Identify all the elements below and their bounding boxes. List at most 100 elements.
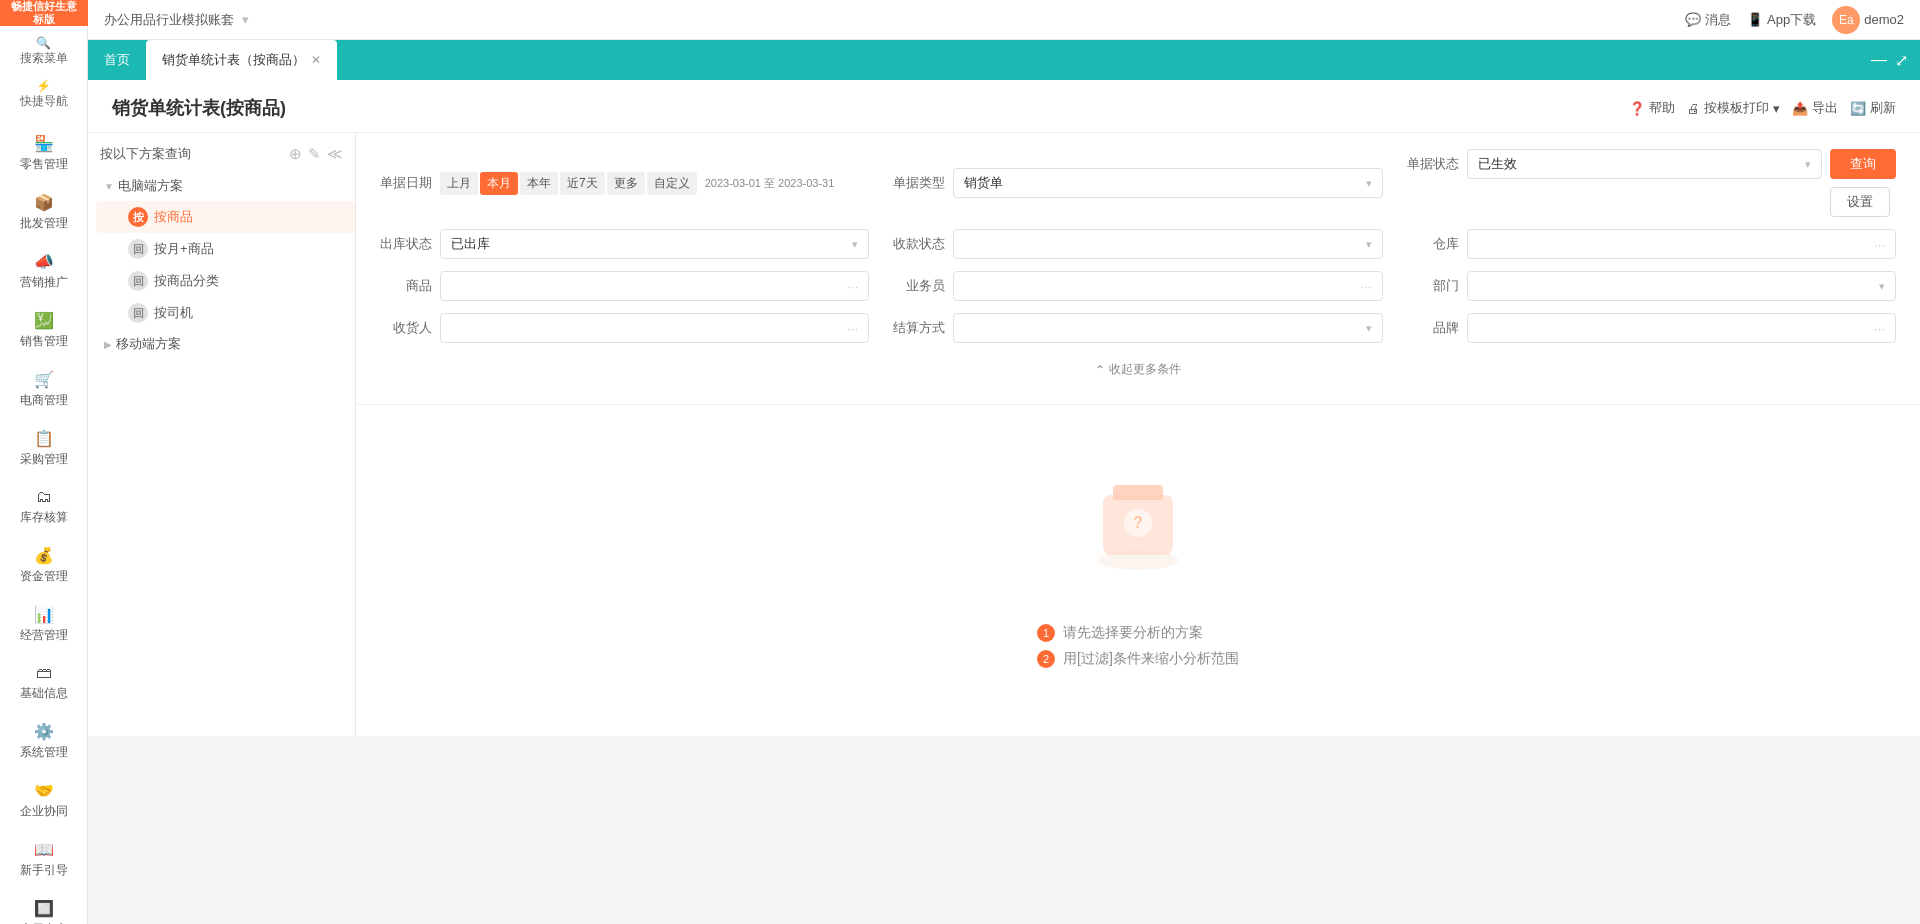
tab-close-icon[interactable]: ✕ bbox=[311, 53, 321, 67]
warehouse-status-select[interactable]: 已出库 ▾ bbox=[440, 229, 869, 259]
filter-recipient: 收货人 ··· bbox=[380, 313, 869, 343]
settings-btn[interactable]: 设置 bbox=[1830, 187, 1890, 217]
industry-dropdown-icon[interactable]: ▾ bbox=[242, 12, 249, 27]
by-month-product-label: 按月+商品 bbox=[154, 240, 214, 258]
tree-group-mobile: ▶ 移动端方案 bbox=[96, 329, 355, 359]
template-print-btn[interactable]: 🖨 按模板打印 ▾ bbox=[1687, 99, 1780, 117]
by-category-icon: 回 bbox=[128, 271, 148, 291]
filter-row-3: 商品 ··· 业务员 ··· bbox=[380, 271, 1896, 301]
left-panel-title: 按以下方案查询 bbox=[100, 145, 191, 163]
tab-sales-stats[interactable]: 销货单统计表（按商品） ✕ bbox=[146, 40, 337, 80]
doc-status-label: 单据状态 bbox=[1407, 155, 1467, 173]
sidebar-item-guide[interactable]: 📖新手引导 bbox=[0, 830, 88, 889]
tree-item-by-month-product[interactable]: 回 按月+商品 bbox=[96, 233, 355, 265]
sidebar-item-enterprise[interactable]: 🤝企业协同 bbox=[0, 771, 88, 830]
product-dots[interactable]: ··· bbox=[847, 279, 858, 294]
tree-group-mobile-header[interactable]: ▶ 移动端方案 bbox=[96, 329, 355, 359]
date-tab-this-month[interactable]: 本月 bbox=[480, 172, 518, 195]
app-download-label: App下载 bbox=[1767, 11, 1816, 29]
recipient-input[interactable]: ··· bbox=[440, 313, 869, 343]
doc-type-label: 单据类型 bbox=[893, 174, 953, 192]
app-download-btn[interactable]: 📱 App下载 bbox=[1747, 11, 1816, 29]
by-category-label: 按商品分类 bbox=[154, 272, 219, 290]
date-tab-7days[interactable]: 近7天 bbox=[560, 172, 605, 195]
sidebar-item-retail[interactable]: 🏪零售管理 bbox=[0, 124, 88, 183]
export-icon: 📤 bbox=[1792, 101, 1808, 116]
brand-input[interactable]: ··· bbox=[1467, 313, 1896, 343]
by-product-label: 按商品 bbox=[154, 208, 193, 226]
industry-label: 办公用品行业模拟账套 bbox=[104, 11, 234, 29]
page: 销货单统计表(按商品) ❓ 帮助 🖨 按模板打印 ▾ 📤 导出 bbox=[88, 80, 1920, 736]
sidebar-item-inventory[interactable]: 🗂库存核算 bbox=[0, 478, 88, 536]
edit-scheme-icon[interactable]: ✎ bbox=[308, 145, 321, 163]
search-menu[interactable]: 🔍搜索菜单 bbox=[20, 26, 68, 73]
tabbar: 首页 销货单统计表（按商品） ✕ — ⤢ bbox=[88, 40, 1920, 80]
quick-nav[interactable]: ⚡快捷导航 bbox=[20, 73, 68, 116]
print-dropdown-icon: ▾ bbox=[1773, 101, 1780, 116]
empty-state: ? 1 请先选择要分析的方案 2 用[过滤]条件来缩小分析范围 bbox=[356, 405, 1920, 736]
tab-maximize-icon[interactable]: ⤢ bbox=[1895, 51, 1908, 70]
sidebar-item-finance[interactable]: 💰资金管理 bbox=[0, 536, 88, 595]
brand-dots[interactable]: ··· bbox=[1874, 321, 1885, 336]
tree-item-by-cashier[interactable]: 回 按司机 bbox=[96, 297, 355, 329]
sidebar-item-ecommerce[interactable]: 🛒电商管理 bbox=[0, 360, 88, 419]
doc-type-select[interactable]: 销货单 ▾ bbox=[953, 168, 1382, 198]
tree-group-pc: ▼ 电脑端方案 按 按商品 回 按月+商品 bbox=[96, 171, 355, 329]
filter-payment-status: 收款状态 ▾ bbox=[893, 229, 1382, 259]
salesperson-input[interactable]: ··· bbox=[953, 271, 1382, 301]
sidebar: 畅捷信好生意 标版 🔍搜索菜单 ⚡快捷导航 🏪零售管理 📦批发管理 📣营销推广 … bbox=[0, 0, 88, 924]
salesperson-label: 业务员 bbox=[893, 277, 953, 295]
recipient-dots[interactable]: ··· bbox=[847, 321, 858, 336]
tree-item-by-category[interactable]: 回 按商品分类 bbox=[96, 265, 355, 297]
help-label: 帮助 bbox=[1649, 99, 1675, 117]
left-panel: 按以下方案查询 ⊕ ✎ ≪ ▼ 电脑端方案 bbox=[88, 133, 356, 736]
message-label: 消息 bbox=[1705, 11, 1731, 29]
sidebar-item-sales[interactable]: 💹销售管理 bbox=[0, 301, 88, 360]
refresh-icon: 🔄 bbox=[1850, 101, 1866, 116]
filter-doc-status-row: 单据状态 已生效 ▾ 查询 设置 bbox=[1407, 149, 1896, 217]
tree-item-by-product[interactable]: 按 按商品 bbox=[96, 201, 355, 233]
sidebar-item-wholesale[interactable]: 📦批发管理 bbox=[0, 183, 88, 242]
department-select[interactable]: ▾ bbox=[1467, 271, 1896, 301]
warehouse-status-value: 已出库 bbox=[451, 235, 490, 253]
collapse-icon[interactable]: ≪ bbox=[327, 145, 343, 163]
filter-row-4: 收货人 ··· 结算方式 ▾ bbox=[380, 313, 1896, 343]
filter-department: 部门 ▾ bbox=[1407, 271, 1896, 301]
sidebar-item-purchase[interactable]: 📋采购管理 bbox=[0, 419, 88, 478]
tab-minimize-icon[interactable]: — bbox=[1871, 51, 1887, 69]
sidebar-item-system[interactable]: ⚙️系统管理 bbox=[0, 712, 88, 771]
salesperson-dots[interactable]: ··· bbox=[1361, 279, 1372, 294]
tree-section: ▼ 电脑端方案 按 按商品 回 按月+商品 bbox=[88, 171, 355, 359]
help-btn[interactable]: ❓ 帮助 bbox=[1629, 99, 1675, 117]
tabbar-actions: — ⤢ bbox=[1871, 51, 1920, 70]
export-btn[interactable]: 📤 导出 bbox=[1792, 99, 1838, 117]
sidebar-item-apps[interactable]: 🔲应用中心 bbox=[0, 889, 88, 924]
payment-status-select[interactable]: ▾ bbox=[953, 229, 1382, 259]
tree-arrow-pc: ▼ bbox=[104, 181, 114, 192]
date-tab-this-year[interactable]: 本年 bbox=[520, 172, 558, 195]
product-input[interactable]: ··· bbox=[440, 271, 869, 301]
sidebar-item-basic[interactable]: 🗃基础信息 bbox=[0, 654, 88, 712]
tree-group-pc-header[interactable]: ▼ 电脑端方案 bbox=[96, 171, 355, 201]
payment-method-select[interactable]: ▾ bbox=[953, 313, 1382, 343]
product-label: 商品 bbox=[380, 277, 440, 295]
tab-home[interactable]: 首页 bbox=[88, 40, 146, 80]
date-tab-prev-month[interactable]: 上月 bbox=[440, 172, 478, 195]
doc-status-select[interactable]: 已生效 ▾ bbox=[1467, 149, 1822, 179]
refresh-btn[interactable]: 🔄 刷新 bbox=[1850, 99, 1896, 117]
department-label: 部门 bbox=[1407, 277, 1467, 295]
filter-salesperson: 业务员 ··· bbox=[893, 271, 1382, 301]
date-tab-more[interactable]: 更多 bbox=[607, 172, 645, 195]
date-tab-custom[interactable]: 自定义 bbox=[647, 172, 697, 195]
collapse-row[interactable]: ⌃ 收起更多条件 bbox=[380, 351, 1896, 388]
warehouse-input[interactable]: ··· bbox=[1467, 229, 1896, 259]
sidebar-item-marketing[interactable]: 📣营销推广 bbox=[0, 242, 88, 301]
sidebar-item-operations[interactable]: 📊经营管理 bbox=[0, 595, 88, 654]
warehouse-dots[interactable]: ··· bbox=[1874, 237, 1885, 252]
message-btn[interactable]: 💬 消息 bbox=[1685, 11, 1731, 29]
user-profile[interactable]: Ea demo2 bbox=[1832, 6, 1904, 34]
export-label: 导出 bbox=[1812, 99, 1838, 117]
add-scheme-icon[interactable]: ⊕ bbox=[289, 145, 302, 163]
query-btn[interactable]: 查询 bbox=[1830, 149, 1896, 179]
layout: 按以下方案查询 ⊕ ✎ ≪ ▼ 电脑端方案 bbox=[88, 133, 1920, 736]
